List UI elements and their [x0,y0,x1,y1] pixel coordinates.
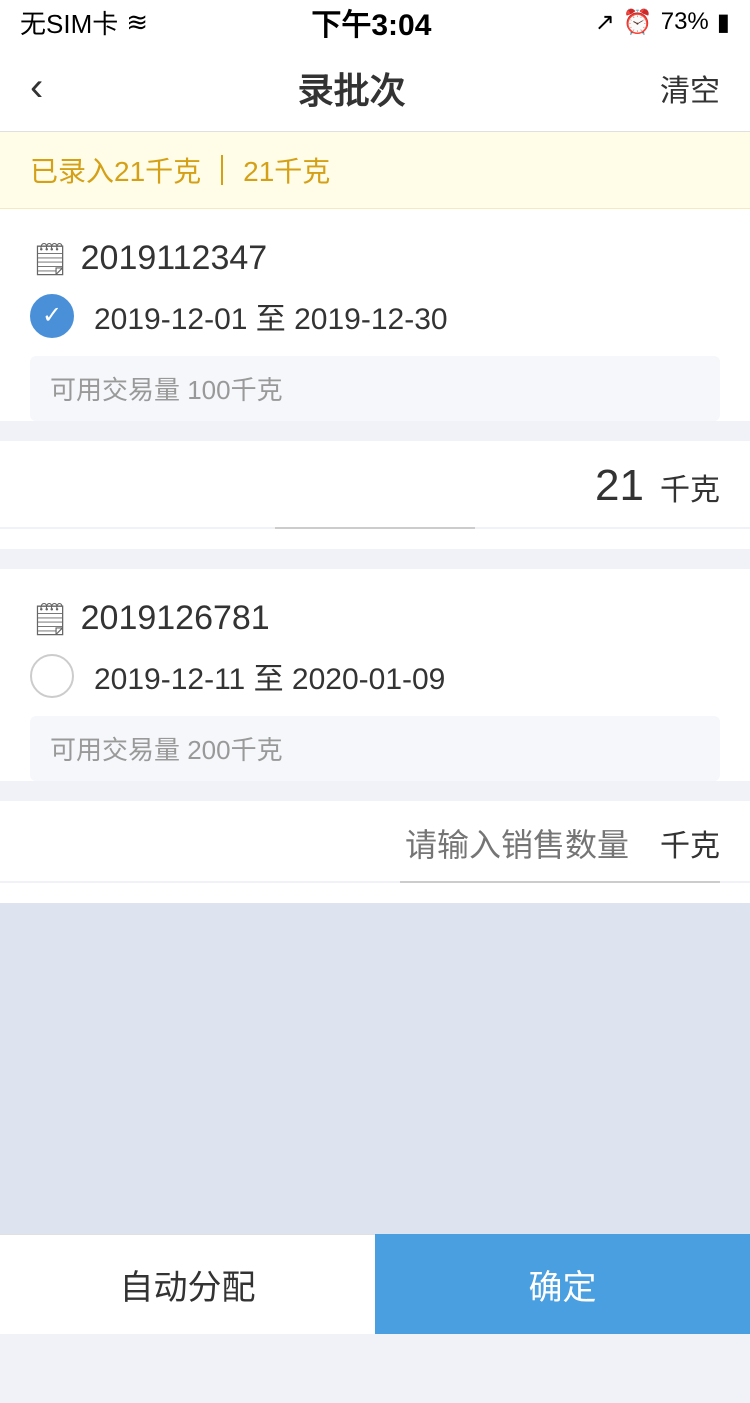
batch2-id: 2019126781 [81,599,270,638]
batch1-spacer [0,529,750,549]
info-divider [221,155,223,185]
batch1-amount-value: 21 [595,461,644,511]
batch2-available: 可用交易量 200千克 [50,735,283,765]
wifi-icon: ≋ [126,7,148,38]
batch2-available-box: 可用交易量 200千克 [30,716,720,781]
recorded-info: 已录入21千克 [30,150,201,190]
battery-icon: ▮ [717,8,730,37]
carrier-text: 无SIM卡 [20,4,118,41]
bottom-bar: 自动分配 确定 [0,1234,750,1334]
content-area: 🗒 2019112347 ✓ 2019-12-01 至 2019-12-30 可… [0,209,750,1403]
batch1-available-box: 可用交易量 100千克 [30,356,720,421]
status-time: 下午3:04 [311,0,431,44]
status-bar: 无SIM卡 ≋ 下午3:04 ↗ ⏰ 73% ▮ [0,0,750,44]
batch1-id: 2019112347 [81,239,268,278]
batch1-row: ✓ 2019-12-01 至 2019-12-30 [30,294,720,338]
status-left: 无SIM卡 ≋ [20,4,148,41]
auto-distribute-button[interactable]: 自动分配 [0,1234,375,1334]
batch2-card: 🗒 2019126781 2019-12-11 至 2020-01-09 可用交… [0,569,750,781]
confirm-button[interactable]: 确定 [375,1234,750,1334]
back-button[interactable]: ‹ [30,65,43,110]
batch2-row: 2019-12-11 至 2020-01-09 [30,654,720,698]
card-separator [0,549,750,569]
nav-bar: ‹ 录批次 清空 [0,44,750,132]
batch2-unit: 千克 [660,821,720,865]
batch1-card: 🗒 2019112347 ✓ 2019-12-01 至 2019-12-30 可… [0,209,750,421]
alarm-icon: ⏰ [623,8,653,37]
batch1-amount-unit: 千克 [660,465,720,509]
battery-text: 73% [661,8,709,36]
location-icon: ↗ [595,8,615,37]
batch2-input-row: 千克 [0,801,750,881]
doc-icon-2: 🗒 [30,600,71,638]
batch1-date-range: 2019-12-01 至 2019-12-30 [94,294,448,338]
batch2-radio[interactable] [30,654,74,698]
batch1-header: 🗒 2019112347 [30,239,720,278]
batch1-check-icon: ✓ [42,304,62,328]
batch1-radio[interactable]: ✓ [30,294,74,338]
batch2-spacer [0,883,750,903]
info-banner: 已录入21千克 21千克 [0,132,750,209]
batch1-available: 可用交易量 100千克 [50,375,283,405]
batch1-amount-row: 21 千克 [0,441,750,527]
page-title: 录批次 [298,62,406,114]
batch2-date-range: 2019-12-11 至 2020-01-09 [94,654,445,698]
doc-icon-1: 🗒 [30,240,71,278]
status-right: ↗ ⏰ 73% ▮ [595,8,730,37]
total-info: 21千克 [243,150,330,190]
batch2-header: 🗒 2019126781 [30,599,720,638]
batch2-qty-input[interactable] [30,827,644,864]
clear-button[interactable]: 清空 [660,66,720,110]
